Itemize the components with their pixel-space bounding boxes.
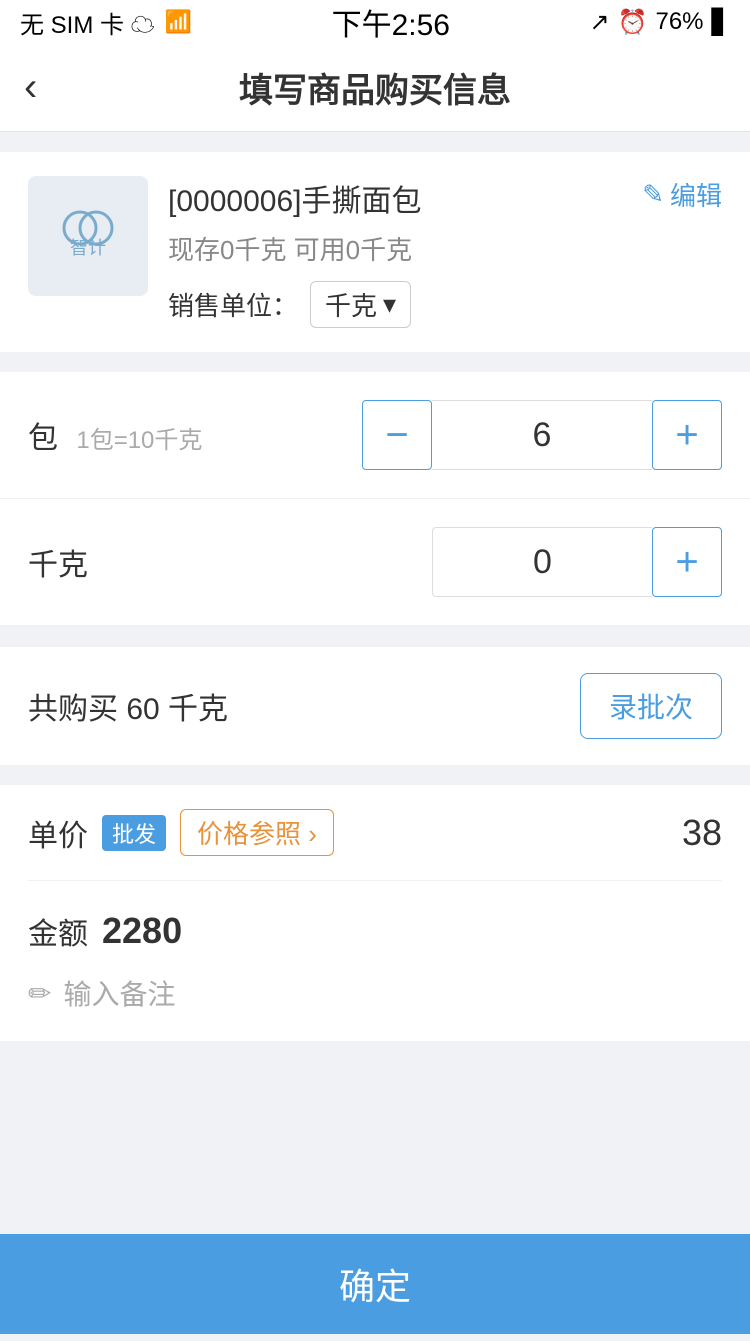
qty-label-bao: 包 1包=10千克 (28, 413, 362, 457)
decrement-bao-button[interactable]: − (362, 400, 432, 470)
location-icon: ↗ (589, 8, 609, 37)
qty-control-bao: − + (362, 400, 722, 470)
status-right: ↗ ⏰ 76% ▋ (589, 8, 730, 37)
product-info: [0000006]手撕面包 现存0千克 可用0千克 销售单位： 千克 ▾ (168, 176, 722, 328)
nav-bar: ‹ 填写商品购买信息 (0, 44, 750, 132)
product-logo-icon: 智计 (58, 206, 118, 266)
unit-select[interactable]: 千克 ▾ (310, 281, 411, 328)
product-unit-row: 销售单位： 千克 ▾ (168, 281, 722, 328)
price-label-group: 单价 批发 价格参照 › (28, 809, 334, 856)
qty-input-kg[interactable] (432, 527, 652, 597)
pencil-icon: ✏ (28, 977, 51, 1010)
product-card: 智计 [0000006]手撕面包 现存0千克 可用0千克 销售单位： 千克 ▾ … (0, 152, 750, 352)
product-image: 智计 (28, 176, 148, 296)
product-name: [0000006]手撕面包 (168, 176, 722, 220)
batch-tag: 批发 (102, 815, 166, 851)
qty-hint-bao: 1包=10千克 (76, 427, 202, 454)
unit-value: 千克 (325, 286, 377, 323)
alarm-icon: ⏰ (618, 8, 648, 37)
increment-bao-button[interactable]: + (652, 400, 722, 470)
chevron-down-icon: ▾ (383, 289, 396, 320)
note-row[interactable]: ✏ 输入备注 (28, 973, 722, 1041)
qty-control-kg: + (432, 527, 722, 597)
unit-label: 销售单位： (168, 286, 298, 323)
svg-text:智计: 智计 (70, 238, 106, 258)
qty-input-bao[interactable] (432, 400, 652, 470)
amount-value: 2280 (102, 910, 182, 952)
status-bar: 无 SIM 卡 ☁ 📶 下午2:56 ↗ ⏰ 76% ▋ (0, 0, 750, 44)
product-stock: 现存0千克 可用0千克 (168, 230, 722, 267)
quantity-row-bao: 包 1包=10千克 − + (0, 372, 750, 499)
confirm-button[interactable]: 确定 (0, 1234, 750, 1334)
price-row: 单价 批发 价格参照 › 38 (28, 809, 722, 881)
battery-icon: ▋ (712, 8, 730, 37)
summary-text: 共购买 60 千克 (28, 684, 228, 728)
note-placeholder: 输入备注 (63, 973, 175, 1013)
amount-label: 金额 (28, 909, 88, 953)
amount-section: 金额 2280 ✏ 输入备注 (0, 881, 750, 1041)
batch-record-button[interactable]: 录批次 (580, 673, 722, 739)
edit-icon: ✎ (642, 179, 664, 210)
price-value: 38 (682, 812, 722, 854)
summary-row: 共购买 60 千克 录批次 (0, 646, 750, 765)
amount-row: 金额 2280 (28, 909, 722, 973)
page-title: 填写商品购买信息 (239, 63, 511, 112)
qty-label-kg: 千克 (28, 540, 432, 584)
quantity-row-kg: 千克 + (0, 499, 750, 626)
quantity-section: 包 1包=10千克 − + 千克 + (0, 372, 750, 626)
increment-kg-button[interactable]: + (652, 527, 722, 597)
back-button[interactable]: ‹ (24, 65, 37, 110)
status-time: 下午2:56 (332, 0, 450, 44)
edit-label: 编辑 (670, 176, 722, 213)
wifi-icon: 📶 (165, 9, 192, 35)
edit-button[interactable]: ✎ 编辑 (642, 176, 722, 213)
price-label: 单价 (28, 811, 88, 855)
sim-label: 无 SIM 卡 ☁ (20, 5, 155, 40)
price-section: 单价 批发 价格参照 › 38 (0, 785, 750, 881)
battery-level: 76% (655, 8, 703, 36)
price-reference-button[interactable]: 价格参照 › (180, 809, 334, 856)
status-left: 无 SIM 卡 ☁ 📶 (20, 5, 192, 40)
